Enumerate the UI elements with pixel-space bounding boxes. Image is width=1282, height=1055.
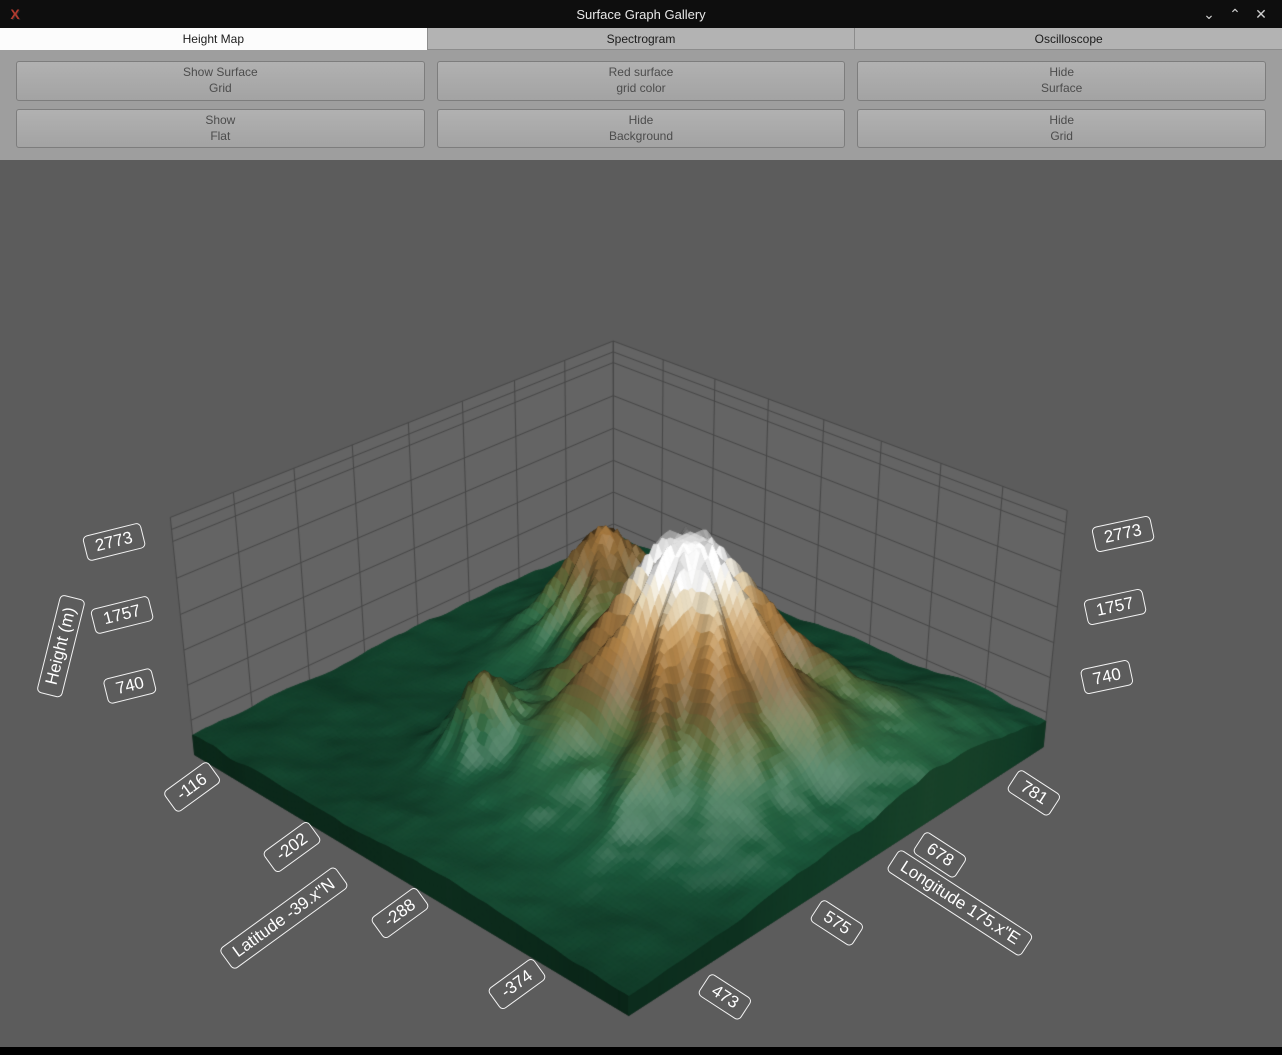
- tab-spectrogram[interactable]: Spectrogram: [428, 28, 856, 50]
- red-surface-grid-color-button[interactable]: Red surface grid color: [437, 61, 846, 101]
- button-label: Grid: [209, 81, 232, 96]
- button-label: Show: [205, 113, 235, 128]
- app-icon: X: [4, 6, 26, 22]
- show-surface-grid-button[interactable]: Show Surface Grid: [16, 61, 425, 101]
- button-label: Hide: [629, 113, 654, 128]
- button-label: Flat: [210, 129, 230, 144]
- button-label: Grid: [1050, 129, 1073, 144]
- window-minimize-button[interactable]: ⌄: [1196, 0, 1222, 28]
- tab-height-map[interactable]: Height Map: [0, 28, 428, 50]
- button-label: Red surface: [609, 65, 674, 80]
- show-flat-button[interactable]: Show Flat: [16, 109, 425, 149]
- window-close-button[interactable]: ✕: [1248, 0, 1274, 28]
- tab-oscilloscope[interactable]: Oscilloscope: [855, 28, 1282, 50]
- surface-plot-canvas[interactable]: [0, 160, 1282, 1047]
- button-label: Hide: [1049, 65, 1074, 80]
- window-maximize-button[interactable]: ⌃: [1222, 0, 1248, 28]
- button-label: grid color: [616, 81, 665, 96]
- hide-grid-button[interactable]: Hide Grid: [857, 109, 1266, 149]
- button-label: Surface: [1041, 81, 1082, 96]
- hide-background-button[interactable]: Hide Background: [437, 109, 846, 149]
- hide-surface-button[interactable]: Hide Surface: [857, 61, 1266, 101]
- window-controls: ⌄ ⌃ ✕: [1196, 0, 1282, 28]
- window-titlebar: X Surface Graph Gallery ⌄ ⌃ ✕: [0, 0, 1282, 28]
- app-window: X Surface Graph Gallery ⌄ ⌃ ✕ Height Map…: [0, 0, 1282, 1055]
- tab-bar: Height Map Spectrogram Oscilloscope: [0, 28, 1282, 50]
- button-label: Show Surface: [183, 65, 258, 80]
- button-label: Background: [609, 129, 673, 144]
- toolbar: Show Surface Grid Red surface grid color…: [0, 50, 1282, 160]
- window-title: Surface Graph Gallery: [0, 7, 1282, 22]
- surface-plot: 2773277317571757740740Height (m)-116-202…: [0, 160, 1282, 1047]
- taskbar-strip: [0, 1047, 1282, 1055]
- button-label: Hide: [1049, 113, 1074, 128]
